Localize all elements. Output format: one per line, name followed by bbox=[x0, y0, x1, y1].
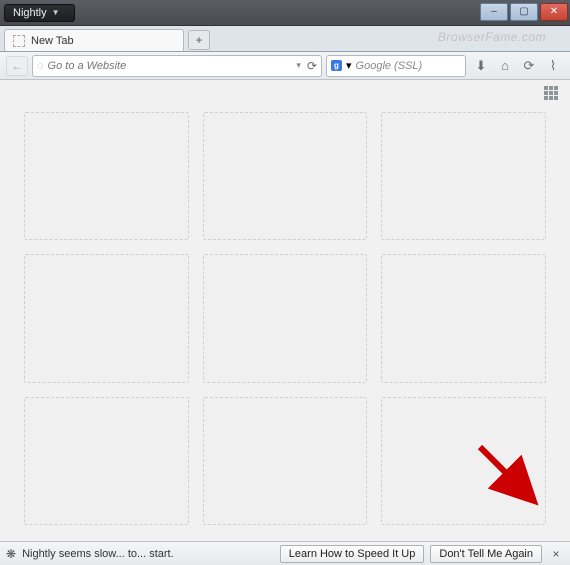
info-icon: ❋ bbox=[6, 547, 16, 561]
url-input[interactable] bbox=[48, 60, 291, 72]
tabstrip: New Tab + BrowserFame.com bbox=[0, 26, 570, 52]
new-tab-button[interactable]: + bbox=[188, 30, 210, 50]
notification-close-button[interactable]: × bbox=[548, 547, 564, 561]
maximize-icon: ▢ bbox=[519, 6, 528, 17]
notification-text: Nightly seems slow... to... start. bbox=[22, 548, 274, 560]
learn-more-button[interactable]: Learn How to Speed It Up bbox=[280, 545, 425, 563]
reload-icon[interactable]: ⟳ bbox=[307, 59, 317, 73]
dismiss-button[interactable]: Don't Tell Me Again bbox=[430, 545, 542, 563]
app-menu-button[interactable]: Nightly ▼ bbox=[4, 4, 75, 22]
back-button[interactable]: ← bbox=[6, 56, 28, 76]
search-provider-label: Google (SSL) bbox=[356, 60, 461, 72]
home-icon: ⌂ bbox=[501, 58, 509, 73]
close-icon: ✕ bbox=[550, 6, 558, 17]
search-engine-dropdown-icon[interactable]: ▾ bbox=[346, 59, 352, 72]
speed-dial-grid bbox=[24, 112, 546, 525]
url-bar[interactable]: ◌ ▾ ⟳ bbox=[32, 55, 322, 77]
app-menu-label: Nightly bbox=[13, 7, 47, 19]
home-button[interactable]: ⌂ bbox=[494, 56, 516, 76]
urlbar-dropdown-icon[interactable]: ▾ bbox=[294, 60, 303, 71]
rss-icon: ⌇ bbox=[550, 58, 556, 74]
newtab-content bbox=[0, 80, 570, 541]
notification-bar: ❋ Nightly seems slow... to... start. Lea… bbox=[0, 541, 570, 565]
download-icon: ⬇ bbox=[476, 58, 487, 74]
speed-dial-tile[interactable] bbox=[381, 254, 546, 382]
sync-button[interactable]: ⟳ bbox=[518, 56, 540, 76]
speed-dial-tile[interactable] bbox=[381, 397, 546, 525]
page-icon bbox=[13, 35, 25, 47]
search-bar[interactable]: g ▾ Google (SSL) bbox=[326, 55, 466, 77]
plus-icon: + bbox=[195, 33, 202, 47]
feed-button[interactable]: ⌇ bbox=[542, 56, 564, 76]
speed-dial-tile[interactable] bbox=[203, 112, 368, 240]
sync-icon: ⟳ bbox=[524, 58, 535, 74]
speed-dial-tile[interactable] bbox=[381, 112, 546, 240]
chevron-down-icon: ▼ bbox=[52, 8, 60, 17]
google-icon: g bbox=[331, 60, 342, 71]
speed-dial-tile[interactable] bbox=[203, 397, 368, 525]
globe-icon: ◌ bbox=[37, 60, 44, 72]
tab-active[interactable]: New Tab bbox=[4, 29, 184, 51]
maximize-button[interactable]: ▢ bbox=[510, 3, 538, 21]
speed-dial-tile[interactable] bbox=[24, 112, 189, 240]
toolbar-right: ⬇ ⌂ ⟳ ⌇ bbox=[470, 56, 564, 76]
speed-dial-tile[interactable] bbox=[24, 254, 189, 382]
tab-label: New Tab bbox=[31, 35, 74, 47]
navbar: ← ◌ ▾ ⟳ g ▾ Google (SSL) ⬇ ⌂ ⟳ ⌇ bbox=[0, 52, 570, 80]
watermark-text: BrowserFame.com bbox=[438, 30, 546, 44]
speed-dial-tile[interactable] bbox=[24, 397, 189, 525]
close-button[interactable]: ✕ bbox=[540, 3, 568, 21]
minimize-button[interactable]: – bbox=[480, 3, 508, 21]
window-controls: – ▢ ✕ bbox=[480, 3, 570, 23]
grid-toggle-button[interactable] bbox=[544, 86, 558, 100]
arrow-left-icon: ← bbox=[11, 59, 23, 73]
titlebar: Nightly ▼ – ▢ ✕ bbox=[0, 0, 570, 26]
minimize-icon: – bbox=[491, 6, 497, 17]
speed-dial-tile[interactable] bbox=[203, 254, 368, 382]
downloads-button[interactable]: ⬇ bbox=[470, 56, 492, 76]
